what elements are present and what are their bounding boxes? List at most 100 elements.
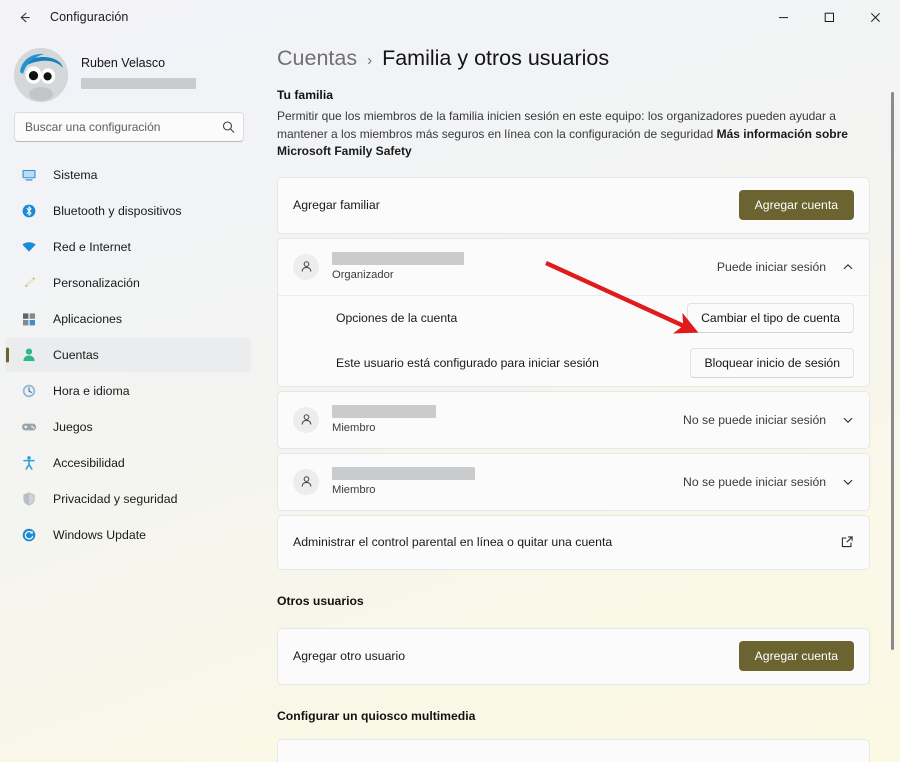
sidebar-label: Juegos (53, 420, 93, 434)
add-family-card: Agregar familiar Agregar cuenta (277, 176, 870, 234)
account-options-label: Opciones de la cuenta (336, 311, 458, 325)
sidebar-item-privacidad[interactable]: Privacidad y seguridad (5, 482, 251, 516)
manage-parental-row[interactable]: Administrar el control parental en línea… (278, 516, 869, 569)
main-scrollbar[interactable] (891, 92, 894, 650)
page-title: Familia y otros usuarios (382, 46, 610, 70)
brush-icon (19, 273, 39, 293)
monitor-icon (19, 165, 39, 185)
sidebar-item-juegos[interactable]: Juegos (5, 410, 251, 444)
sidebar-label: Privacidad y seguridad (53, 492, 178, 506)
external-link-icon (840, 535, 854, 549)
sidebar-label: Hora e idioma (53, 384, 130, 398)
avatar (14, 47, 68, 102)
sidebar-label: Personalización (53, 276, 140, 290)
sidebar-item-bluetooth[interactable]: Bluetooth y dispositivos (5, 194, 251, 228)
member-card: Miembro No se puede iniciar sesión (277, 452, 870, 511)
organizer-name-redacted (332, 252, 464, 265)
sidebar-label: Aplicaciones (53, 312, 123, 326)
organizer-card: Organizador Puede iniciar sesión Opcione… (277, 237, 870, 387)
sidebar-item-windows-update[interactable]: Windows Update (5, 518, 251, 552)
signin-status-label: Este usuario está configurado para inici… (336, 356, 599, 370)
minimize-button[interactable] (760, 0, 806, 34)
chevron-up-icon[interactable] (842, 261, 854, 273)
profile-block[interactable]: Ruben Velasco (0, 34, 258, 106)
add-other-user-row: Agregar otro usuario Agregar cuenta (278, 629, 869, 684)
sidebar-item-personalizacion[interactable]: Personalización (5, 266, 251, 300)
window-title: Configuración (50, 10, 129, 24)
chevron-down-icon[interactable] (842, 414, 854, 426)
back-arrow-icon[interactable] (4, 1, 44, 33)
add-family-label: Agregar familiar (293, 198, 380, 212)
member-role: Miembro (332, 422, 376, 434)
signin-status-row: Este usuario está configurado para inici… (278, 341, 869, 386)
clock-icon (19, 381, 39, 401)
person-icon (19, 345, 39, 365)
account-avatar-icon (293, 468, 319, 495)
member-info: Miembro (332, 467, 475, 496)
manage-parental-card[interactable]: Administrar el control parental en línea… (277, 514, 870, 570)
close-button[interactable] (852, 0, 898, 34)
accessibility-icon (19, 453, 39, 473)
gap (277, 729, 870, 739)
sidebar-item-accesibilidad[interactable]: Accesibilidad (5, 446, 251, 480)
search-icon (222, 121, 235, 134)
block-signin-button[interactable]: Bloquear inicio de sesión (690, 348, 854, 378)
member-info: Miembro (332, 405, 436, 434)
breadcrumb-separator: › (367, 52, 373, 69)
manage-parental-label: Administrar el control parental en línea… (293, 535, 613, 549)
maximize-button[interactable] (806, 0, 852, 34)
main-content: Cuentas › Familia y otros usuarios Tu fa… (258, 34, 900, 762)
search-input[interactable] (15, 113, 243, 141)
sidebar-item-sistema[interactable]: Sistema (5, 158, 251, 192)
sidebar-item-hora-idioma[interactable]: Hora e idioma (5, 374, 251, 408)
profile-email-redacted (81, 78, 196, 89)
breadcrumb: Cuentas › Familia y otros usuarios (277, 34, 870, 71)
section-title-kiosk: Configurar un quiosco multimedia (277, 708, 476, 723)
sidebar-label: Red e Internet (53, 240, 131, 254)
settings-window: Configuración Ruben Velasco Buscar una c… (0, 0, 900, 762)
add-other-account-button[interactable]: Agregar cuenta (738, 641, 854, 671)
breadcrumb-root[interactable]: Cuentas (277, 46, 357, 71)
member-name-redacted (332, 467, 475, 480)
account-avatar-icon (293, 406, 319, 433)
gamepad-icon (19, 417, 39, 437)
member-row[interactable]: Miembro No se puede iniciar sesión (278, 392, 869, 448)
refresh-icon (19, 525, 39, 545)
sidebar-label: Accesibilidad (53, 456, 125, 470)
add-family-account-button[interactable]: Agregar cuenta (738, 190, 854, 220)
apps-icon (19, 309, 39, 329)
sidebar-label: Windows Update (53, 528, 146, 542)
profile-text: Ruben Velasco (81, 56, 196, 93)
wifi-icon (19, 237, 39, 257)
organizer-role: Organizador (332, 269, 394, 281)
account-options-row: Opciones de la cuenta Cambiar el tipo de… (278, 296, 869, 341)
section-title-family: Tu familia (277, 88, 333, 102)
organizer-info: Organizador (332, 252, 464, 281)
chevron-down-icon[interactable] (842, 476, 854, 488)
sidebar-item-red-internet[interactable]: Red e Internet (5, 230, 251, 264)
sidebar: Ruben Velasco Sistema (0, 34, 258, 762)
bluetooth-icon (19, 201, 39, 221)
member-status: No se puede iniciar sesión (683, 412, 826, 427)
member-row[interactable]: Miembro No se puede iniciar sesión (278, 454, 869, 510)
add-family-row: Agregar familiar Agregar cuenta (278, 178, 869, 233)
search-box[interactable] (14, 112, 244, 142)
change-account-type-button[interactable]: Cambiar el tipo de cuenta (687, 303, 854, 333)
sidebar-item-aplicaciones[interactable]: Aplicaciones (5, 302, 251, 336)
family-description: Permitir que los miembros de la familia … (277, 108, 849, 161)
sidebar-item-cuentas[interactable]: Cuentas (5, 338, 251, 372)
account-avatar-icon (293, 253, 319, 280)
sidebar-nav: Sistema Bluetooth y dispositivos Red e I… (0, 158, 258, 552)
member-card: Miembro No se puede iniciar sesión (277, 390, 870, 449)
organizer-status: Puede iniciar sesión (716, 259, 826, 274)
sidebar-label: Cuentas (53, 348, 99, 362)
shield-icon (19, 489, 39, 509)
search-wrapper (0, 106, 258, 142)
organizer-row[interactable]: Organizador Puede iniciar sesión (278, 239, 869, 295)
title-bar: Configuración (0, 0, 900, 34)
profile-name: Ruben Velasco (81, 56, 166, 70)
section-title-other-users: Otros usuarios (277, 593, 364, 608)
member-role: Miembro (332, 484, 376, 496)
